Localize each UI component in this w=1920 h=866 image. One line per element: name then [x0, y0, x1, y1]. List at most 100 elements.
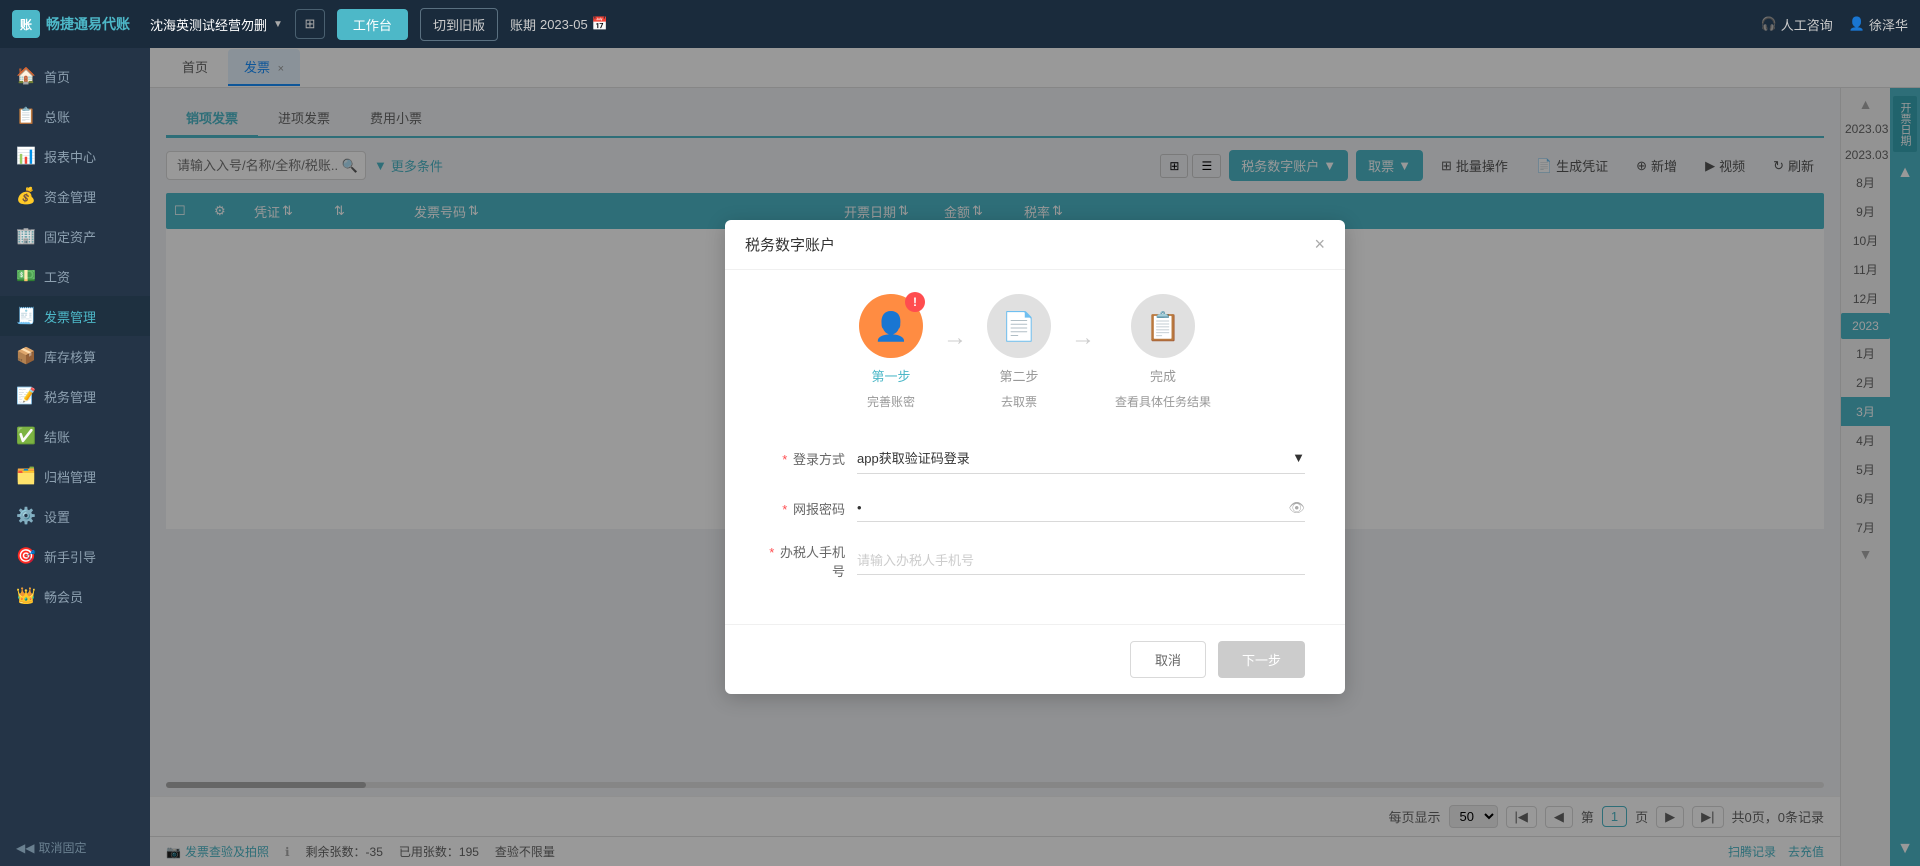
sidebar-item-archive[interactable]: 🗂️ 归档管理: [0, 456, 150, 496]
modal-title: 税务数字账户: [745, 234, 835, 255]
modal-body: 👤 ! 第一步 完善账密 → 📄: [725, 270, 1345, 624]
step-3-desc: 查看具体任务结果: [1115, 393, 1211, 410]
next-button[interactable]: 下一步: [1218, 641, 1305, 678]
step-3-complete-icon: 📋: [1146, 310, 1181, 343]
step-1-desc: 完善账密: [867, 393, 915, 410]
sidebar-item-inventory[interactable]: 📦 库存核算: [0, 336, 150, 376]
eye-icon[interactable]: 👁: [1288, 500, 1305, 516]
step-1: 👤 ! 第一步 完善账密: [859, 294, 923, 410]
sidebar-label-tax: 税务管理: [44, 387, 96, 406]
password-label: * 网报密码: [765, 499, 845, 518]
step-2-icon: 📄: [987, 294, 1051, 358]
cancel-button[interactable]: 取消: [1130, 641, 1206, 678]
user-info[interactable]: 👤 徐泽华: [1849, 15, 1908, 34]
calendar-icon[interactable]: 📅: [592, 16, 608, 32]
salary-icon: 💵: [16, 266, 36, 286]
step-1-person-icon: 👤: [874, 310, 909, 343]
logo-icon: 账: [12, 10, 40, 38]
password-row: * 网报密码 👁: [765, 494, 1305, 522]
sidebar: 🏠 首页 📋 总账 📊 报表中心 💰 资金管理 🏢 固定资产 💵 工资: [0, 48, 150, 866]
sidebar-label-salary: 工资: [44, 267, 70, 286]
switch-version-button[interactable]: 切到旧版: [420, 8, 498, 41]
required-star-3: *: [769, 545, 774, 560]
app-container: 账 畅捷通易代账 沈海英测试经营勿删 ▼ ⊞ 工作台 切到旧版 账期 2023-…: [0, 0, 1920, 866]
phone-input[interactable]: [857, 547, 1305, 575]
sidebar-label-report: 报表中心: [44, 147, 96, 166]
step-2-label: 第二步: [999, 366, 1038, 385]
step-3-icon: 📋: [1131, 294, 1195, 358]
sidebar-label-close: 结账: [44, 427, 70, 446]
company-name: 沈海英测试经营勿删: [150, 15, 267, 34]
modal-close-button[interactable]: ×: [1314, 234, 1325, 255]
sidebar-item-guide[interactable]: 🎯 新手引导: [0, 536, 150, 576]
app-name: 畅捷通易代账: [46, 14, 130, 34]
step-2: 📄 第二步 去取票: [987, 294, 1051, 410]
login-method-row: * 登录方式 app获取验证码登录 ▼: [765, 442, 1305, 474]
steps-indicator: 👤 ! 第一步 完善账密 → 📄: [765, 294, 1305, 410]
modal-footer: 取消 下一步: [725, 624, 1345, 694]
sidebar-item-settings[interactable]: ⚙️ 设置: [0, 496, 150, 536]
settings-icon: ⚙️: [16, 506, 36, 526]
tax-account-modal: 税务数字账户 × 👤 !: [725, 220, 1345, 694]
asset-icon: 🏢: [16, 226, 36, 246]
archive-icon: 🗂️: [16, 466, 36, 486]
sidebar-label-invoice: 发票管理: [44, 307, 96, 326]
sidebar-label-inventory: 库存核算: [44, 347, 96, 366]
phone-label: * 办税人手机号: [765, 542, 845, 580]
report-icon: 📊: [16, 146, 36, 166]
required-star: *: [782, 452, 787, 467]
sidebar-item-asset[interactable]: 🏢 固定资产: [0, 216, 150, 256]
phone-input-wrap: [857, 547, 1305, 575]
content-area: 首页 发票 × 销项发票 进项发票 费用小票: [150, 48, 1920, 866]
step-3: 📋 完成 查看具体任务结果: [1115, 294, 1211, 410]
sidebar-item-report[interactable]: 📊 报表中心: [0, 136, 150, 176]
inventory-icon: 📦: [16, 346, 36, 366]
step-2-doc-icon: 📄: [1002, 310, 1037, 343]
top-right-area: 🎧 人工咨询 👤 徐泽华: [1761, 15, 1908, 34]
ledger-icon: 📋: [16, 106, 36, 126]
workbench-button[interactable]: 工作台: [337, 9, 408, 40]
password-input[interactable]: [857, 494, 1305, 522]
home-icon: 🏠: [16, 66, 36, 86]
password-input-wrap: 👁: [857, 494, 1305, 522]
sidebar-item-home[interactable]: 🏠 首页: [0, 56, 150, 96]
close-period-icon: ✅: [16, 426, 36, 446]
login-method-select[interactable]: app获取验证码登录 ▼: [857, 442, 1305, 474]
sidebar-label-guide: 新手引导: [44, 547, 96, 566]
support-button[interactable]: 🎧 人工咨询: [1761, 15, 1833, 34]
sidebar-item-tax[interactable]: 📝 税务管理: [0, 376, 150, 416]
chevron-down-icon: ▼: [273, 19, 283, 30]
company-selector[interactable]: 沈海英测试经营勿删 ▼: [150, 15, 283, 34]
company-icon-btn[interactable]: ⊞: [295, 9, 325, 39]
step-3-label: 完成: [1150, 366, 1176, 385]
sidebar-item-salary[interactable]: 💵 工资: [0, 256, 150, 296]
top-bar: 账 畅捷通易代账 沈海英测试经营勿删 ▼ ⊞ 工作台 切到旧版 账期 2023-…: [0, 0, 1920, 48]
sidebar-item-close[interactable]: ✅ 结账: [0, 416, 150, 456]
sidebar-label-member: 畅会员: [44, 587, 83, 606]
phone-row: * 办税人手机号: [765, 542, 1305, 580]
period-label: 账期 2023-05 📅: [510, 15, 608, 34]
login-method-input-wrap: app获取验证码登录 ▼: [857, 442, 1305, 474]
sidebar-item-member[interactable]: 👑 畅会员: [0, 576, 150, 616]
finance-icon: 💰: [16, 186, 36, 206]
headset-icon: 🎧: [1761, 16, 1777, 32]
app-logo: 账 畅捷通易代账: [12, 10, 130, 38]
sidebar-label-finance: 资金管理: [44, 187, 96, 206]
invoice-icon: 🧾: [16, 306, 36, 326]
sidebar-footer-unpin[interactable]: ◀◀ 取消固定: [0, 829, 150, 866]
sidebar-item-finance[interactable]: 💰 资金管理: [0, 176, 150, 216]
step-arrow-1: →: [943, 324, 967, 380]
sidebar-label-archive: 归档管理: [44, 467, 96, 486]
step-2-desc: 去取票: [1001, 393, 1037, 410]
step-1-icon: 👤 !: [859, 294, 923, 358]
sidebar-item-invoice[interactable]: 🧾 发票管理: [0, 296, 150, 336]
pin-icon: ◀◀: [16, 841, 34, 855]
login-method-label: * 登录方式: [765, 449, 845, 468]
guide-icon: 🎯: [16, 546, 36, 566]
required-star-2: *: [782, 502, 787, 517]
user-avatar-icon: 👤: [1849, 16, 1865, 32]
member-icon: 👑: [16, 586, 36, 606]
select-chevron-icon: ▼: [1292, 450, 1305, 465]
sidebar-item-ledger[interactable]: 📋 总账: [0, 96, 150, 136]
step-arrow-2: →: [1071, 324, 1095, 380]
